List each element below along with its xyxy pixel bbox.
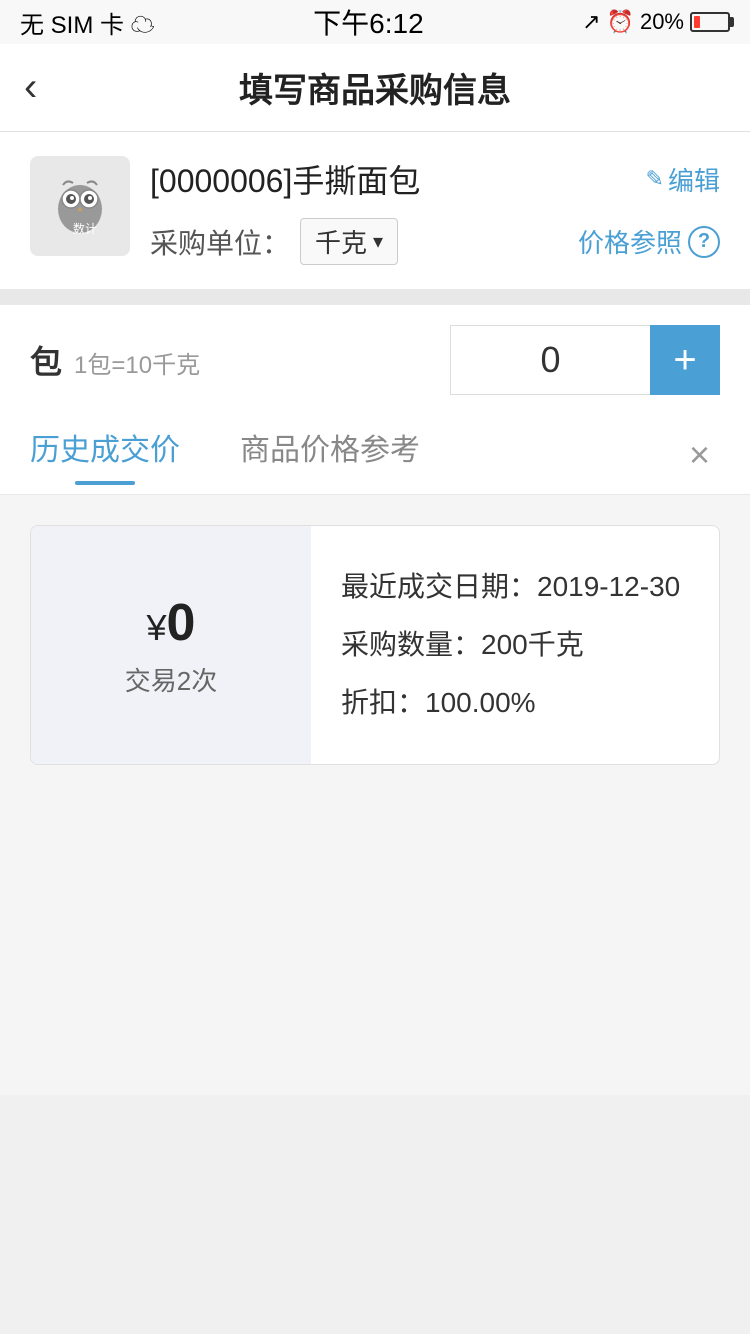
close-button[interactable]: ×: [679, 424, 720, 486]
owl-icon: 数计: [45, 171, 115, 241]
page-title: 填写商品采购信息: [239, 63, 511, 112]
price-ref-link[interactable]: 价格参照 ?: [578, 223, 720, 260]
quantity-conversion: 1包=10千克: [74, 345, 200, 380]
page-header: ‹ 填写商品采购信息: [0, 44, 750, 132]
section-divider: [0, 289, 750, 305]
content-area: ¥0 交易2次 最近成交日期：2019-12-30 采购数量：200千克 折扣：…: [0, 495, 750, 1095]
trade-card-left: ¥0 交易2次: [31, 526, 311, 764]
alarm-icon: ⏰: [607, 9, 634, 35]
status-bar: 无 SIM 卡 ☁ 下午6:12 ↗ ⏰ 20%: [0, 0, 750, 44]
product-row: 数计 [0000006]手撕面包 ✎ 编辑 采购单位： 千克 ▾: [30, 156, 720, 265]
status-time: 下午6:12: [313, 2, 424, 42]
product-name: [0000006]手撕面包: [150, 156, 420, 202]
quantity-row: 包 1包=10千克 +: [0, 305, 750, 415]
trade-card: ¥0 交易2次 最近成交日期：2019-12-30 采购数量：200千克 折扣：…: [30, 525, 720, 765]
quantity-plus-button[interactable]: +: [650, 325, 720, 395]
unit-select[interactable]: 千克 ▾: [300, 218, 398, 265]
quantity-input[interactable]: [450, 325, 650, 395]
unit-label: 采购单位：: [150, 222, 290, 262]
tab-history-price[interactable]: 历史成交价: [30, 425, 180, 485]
tab-bar: 历史成交价 商品价格参考 ×: [0, 415, 750, 495]
chevron-down-icon: ▾: [373, 229, 383, 254]
battery-icon: [690, 12, 730, 32]
svg-text:数计: 数计: [73, 221, 97, 236]
quantity-input-group: +: [450, 325, 720, 395]
product-card: 数计 [0000006]手撕面包 ✎ 编辑 采购单位： 千克 ▾: [0, 132, 750, 289]
battery-percent: 20%: [640, 9, 684, 35]
status-right: ↗ ⏰ 20%: [582, 9, 730, 35]
status-left: 无 SIM 卡 ☁: [20, 5, 155, 40]
trade-discount: 折扣：100.00%: [341, 682, 689, 724]
quantity-unit: 包: [30, 337, 62, 383]
trade-price: ¥0: [147, 593, 196, 653]
back-button[interactable]: ‹: [24, 65, 37, 110]
product-name-row: [0000006]手撕面包 ✎ 编辑: [150, 156, 720, 202]
tab-items: 历史成交价 商品价格参考: [30, 425, 420, 485]
edit-link[interactable]: ✎ 编辑: [646, 161, 720, 198]
product-info: [0000006]手撕面包 ✎ 编辑 采购单位： 千克 ▾ 价格参照 ?: [150, 156, 720, 265]
sim-label: 无 SIM 卡 ☁: [20, 5, 155, 40]
trade-date: 最近成交日期：2019-12-30: [341, 566, 689, 608]
trade-count: 交易2次: [125, 661, 217, 698]
product-thumbnail: 数计: [30, 156, 130, 256]
unit-row: 采购单位： 千克 ▾ 价格参照 ?: [150, 218, 720, 265]
help-icon: ?: [688, 226, 720, 258]
edit-icon: ✎: [646, 166, 664, 192]
trade-quantity: 采购数量：200千克: [341, 624, 689, 666]
trade-card-right: 最近成交日期：2019-12-30 采购数量：200千克 折扣：100.00%: [311, 526, 719, 764]
quantity-label-group: 包 1包=10千克: [30, 337, 200, 383]
location-icon: ↗: [582, 9, 600, 35]
tab-product-price-ref[interactable]: 商品价格参考: [240, 425, 420, 485]
